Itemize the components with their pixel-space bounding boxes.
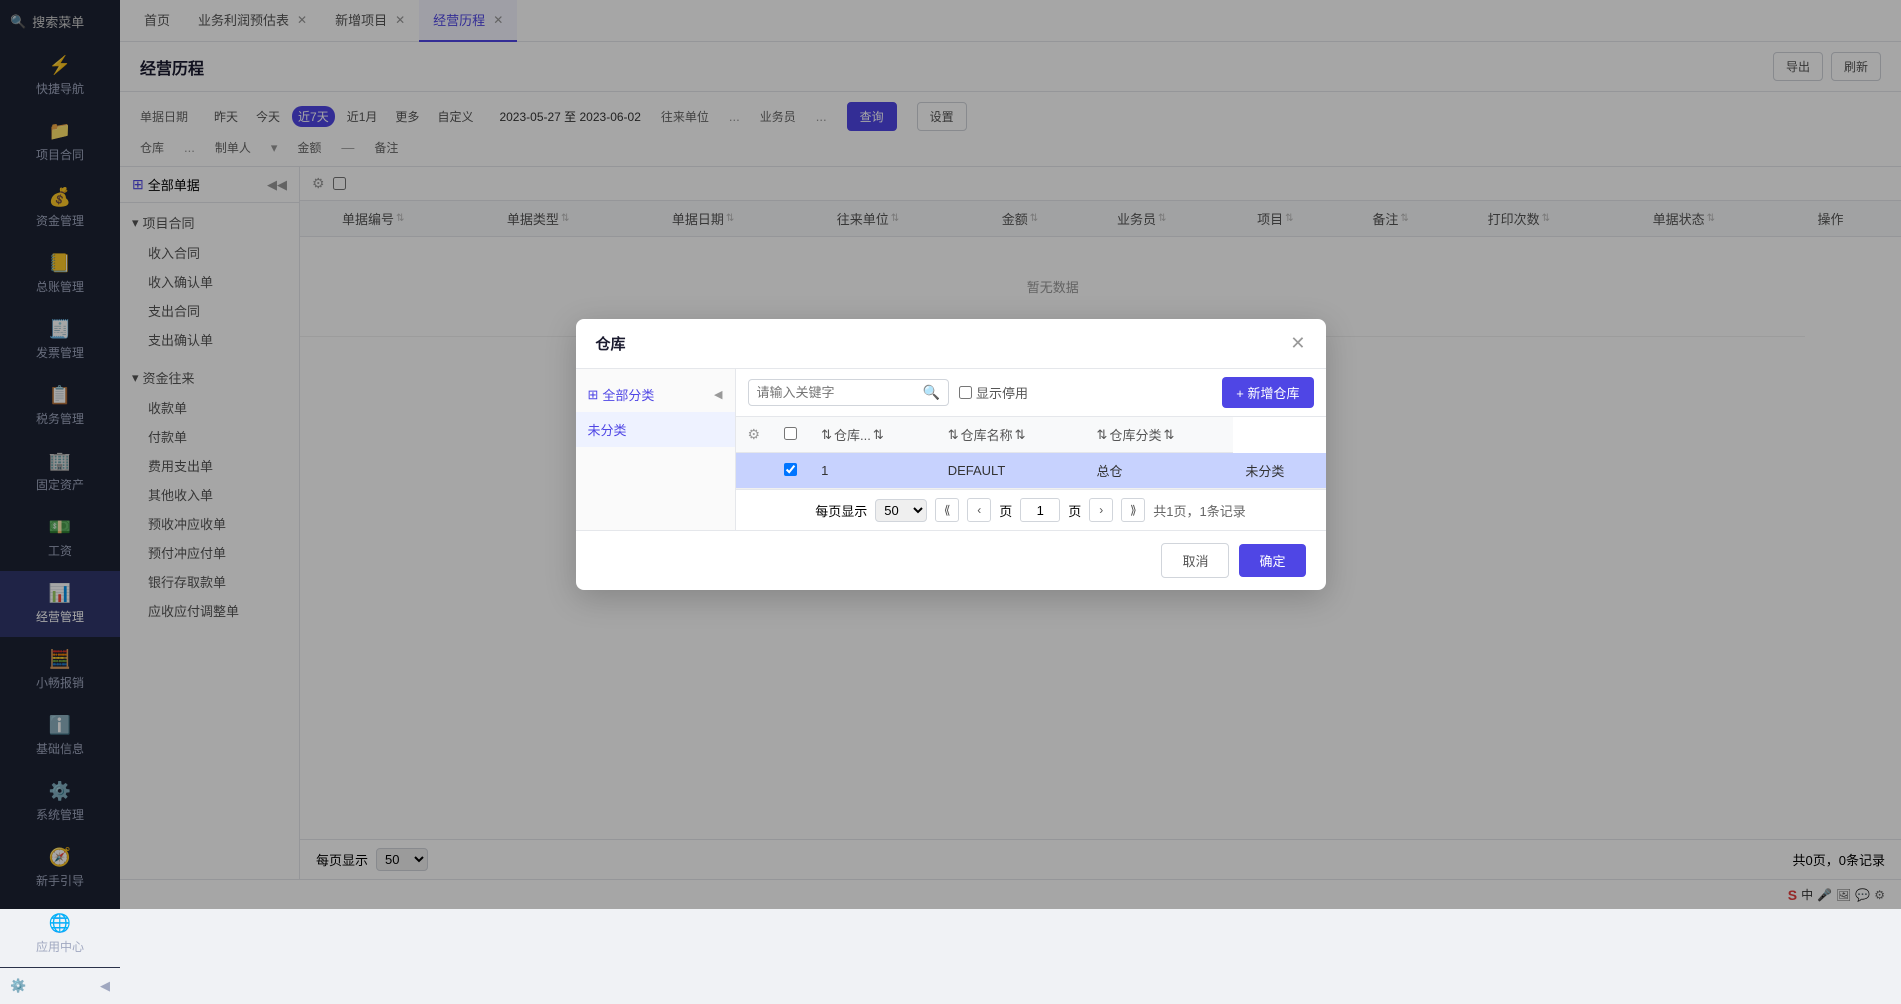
sort-up-icon-3: ⇅	[1097, 427, 1108, 443]
dialog-search-icon: 🔍	[923, 384, 940, 401]
dialog-right: 🔍 显示停用 + 新增仓库	[736, 369, 1326, 530]
td-code: DEFAULT	[936, 453, 1085, 489]
page-number-input[interactable]	[1020, 498, 1060, 522]
settings-icon[interactable]: ⚙️	[10, 978, 26, 994]
warehouse-table: ⚙ ⇅ 仓库... ⇅	[736, 417, 1326, 489]
next-page-btn[interactable]: ›	[1089, 498, 1113, 522]
row-checkbox[interactable]	[784, 463, 797, 476]
appcenter-icon: 🌐	[49, 913, 71, 934]
dialog-title: 仓库	[596, 333, 626, 354]
dialog-categories: ⊞ 全部分类 ◀ 未分类	[576, 369, 736, 530]
gear-icon-table[interactable]: ⚙	[748, 426, 761, 442]
collapse-icon[interactable]: ◀	[100, 978, 110, 994]
show-disabled-toggle: 显示停用	[959, 383, 1028, 402]
warehouse-dialog: 仓库 ✕ ⊞ 全部分类 ◀ 未分类	[576, 319, 1326, 590]
show-disabled-checkbox[interactable]	[959, 386, 972, 399]
sidebar-item-appcenter[interactable]: 🌐 应用中心	[0, 901, 120, 967]
td-settings	[736, 453, 773, 489]
th-settings: ⚙	[736, 417, 773, 453]
category-all-label: 全部分类	[602, 385, 654, 404]
select-all-dialog[interactable]	[784, 427, 797, 440]
sort-up-icon-2: ⇅	[948, 427, 959, 443]
grid-icon-dialog: ⊞	[588, 387, 599, 403]
confirm-button[interactable]: 确定	[1239, 544, 1305, 577]
last-page-btn[interactable]: ⟫	[1121, 498, 1145, 522]
category-all[interactable]: ⊞ 全部分类 ◀	[576, 377, 735, 412]
first-page-btn[interactable]: ⟪	[935, 498, 959, 522]
dialog-body: ⊞ 全部分类 ◀ 未分类 🔍	[576, 369, 1326, 530]
dialog-table: ⚙ ⇅ 仓库... ⇅	[736, 417, 1326, 489]
add-warehouse-button[interactable]: + 新增仓库	[1222, 377, 1313, 408]
dialog-pagination: 每页显示 50 100 ⟪ ‹ 页 页 › ⟫ 共1页，1条记录	[736, 489, 1326, 530]
td-checkbox	[772, 453, 809, 489]
dialog-header: 仓库 ✕	[576, 319, 1326, 369]
sort-down-icon-3: ⇅	[1163, 427, 1174, 443]
dialog-toolbar: 🔍 显示停用 + 新增仓库	[736, 369, 1326, 417]
cancel-button[interactable]: 取消	[1161, 543, 1229, 578]
sort-up-icon: ⇅	[821, 427, 832, 443]
sidebar-item-label: 应用中心	[36, 938, 84, 955]
sort-down-icon: ⇅	[873, 427, 884, 443]
td-category: 未分类	[1233, 453, 1325, 489]
sort-down-icon-2: ⇅	[1015, 427, 1026, 443]
dialog-close-button[interactable]: ✕	[1290, 333, 1305, 354]
per-page-select-dialog[interactable]: 50 100	[875, 499, 927, 522]
category-unclassified-label: 未分类	[588, 423, 627, 438]
dialog-search-input[interactable]	[757, 385, 917, 400]
th-warehouse-id: ⇅ 仓库... ⇅	[809, 417, 936, 453]
sidebar-bottom: ⚙️ ◀	[0, 967, 120, 1004]
toolbar-left: 🔍 显示停用	[748, 379, 1028, 406]
td-id: 1	[809, 453, 936, 489]
prev-page-btn[interactable]: ‹	[967, 498, 991, 522]
th-warehouse-name: ⇅ 仓库名称 ⇅	[936, 417, 1085, 453]
dialog-footer: 取消 确定	[576, 530, 1326, 590]
per-page-label-dialog: 每页显示	[815, 501, 867, 520]
page-of-label: 页	[1068, 501, 1081, 520]
show-disabled-label: 显示停用	[976, 383, 1028, 402]
category-unclassified[interactable]: 未分类	[576, 412, 735, 447]
table-row[interactable]: 1 DEFAULT 总仓 未分类	[736, 453, 1326, 489]
td-name: 总仓	[1085, 453, 1234, 489]
page-label: 页	[999, 501, 1012, 520]
th-warehouse-category: ⇅ 仓库分类 ⇅	[1085, 417, 1234, 453]
dialog-search-box: 🔍	[748, 379, 949, 406]
pagination-total: 共1页，1条记录	[1153, 501, 1245, 520]
dialog-overlay: 仓库 ✕ ⊞ 全部分类 ◀ 未分类	[0, 0, 1901, 909]
collapse-category-btn[interactable]: ◀	[714, 388, 722, 401]
th-checkbox-dialog	[772, 417, 809, 453]
